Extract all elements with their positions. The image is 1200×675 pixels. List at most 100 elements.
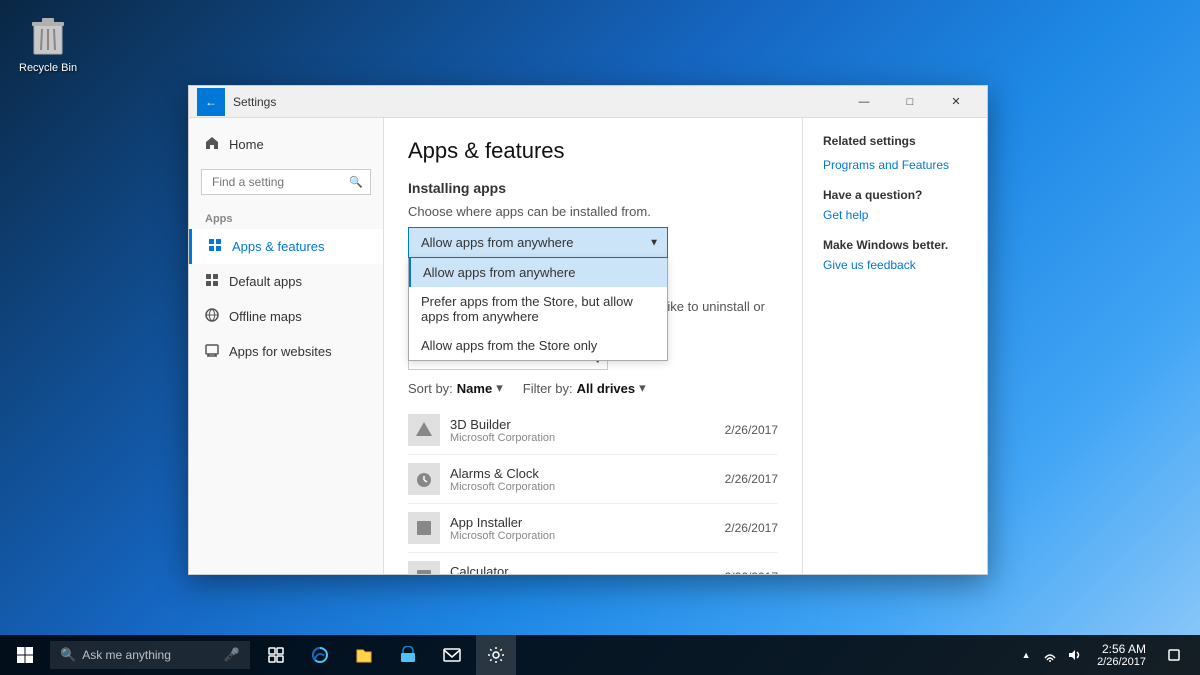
- related-settings-title: Related settings: [823, 134, 967, 148]
- sidebar-item-home[interactable]: Home: [189, 128, 383, 161]
- mail-button[interactable]: [432, 635, 472, 675]
- close-button[interactable]: ✕: [933, 86, 979, 118]
- apps-websites-label: Apps for websites: [229, 344, 332, 359]
- taskbar-search-icon: 🔍: [60, 647, 76, 663]
- install-location-dropdown[interactable]: Allow apps from anywhere ▼ Allow apps fr…: [408, 227, 668, 258]
- main-panel: Apps & features Installing apps Choose w…: [384, 118, 802, 574]
- app-item-3d-builder[interactable]: 3D Builder Microsoft Corporation 2/26/20…: [408, 406, 778, 455]
- clock-time: 2:56 AM: [1097, 642, 1146, 656]
- feedback-title: Make Windows better.: [823, 238, 967, 252]
- apps-section-label: Apps: [189, 203, 383, 229]
- minimize-button[interactable]: —: [841, 86, 887, 118]
- app-name-alarms-clock: Alarms & Clock: [450, 466, 698, 481]
- programs-features-link[interactable]: Programs and Features: [823, 158, 967, 172]
- default-apps-icon: [205, 273, 219, 290]
- back-button[interactable]: ←: [197, 88, 225, 116]
- offline-maps-icon: [205, 308, 219, 325]
- taskbar-right: ▲ 2:56 AM 2/26/2017: [1015, 635, 1200, 675]
- recycle-bin-label: Recycle Bin: [19, 62, 77, 74]
- taskbar-icons: [256, 635, 516, 675]
- window-title: Settings: [233, 95, 841, 109]
- app-date-calculator: 2/26/2017: [708, 570, 778, 574]
- sidebar-item-apps-features[interactable]: Apps & features: [189, 229, 383, 264]
- settings-window: ← Settings — □ ✕ Home: [188, 85, 988, 575]
- recycle-bin-icon[interactable]: Recycle Bin: [15, 10, 81, 78]
- offline-maps-label: Offline maps: [229, 309, 302, 324]
- app-item-calculator[interactable]: ± Calculator Microsoft Corporation 2/26/…: [408, 553, 778, 574]
- default-apps-label: Default apps: [229, 274, 302, 289]
- sidebar-item-offline-maps[interactable]: Offline maps: [189, 299, 383, 334]
- app-item-app-installer[interactable]: App Installer Microsoft Corporation 2/26…: [408, 504, 778, 553]
- right-panel: Related settings Programs and Features H…: [802, 118, 987, 574]
- app-list: 3D Builder Microsoft Corporation 2/26/20…: [408, 406, 778, 574]
- desktop: Recycle Bin ← Settings — □ ✕: [0, 0, 1200, 675]
- dropdown-option-2[interactable]: Allow apps from the Store only: [409, 331, 667, 360]
- app-name-app-installer: App Installer: [450, 515, 698, 530]
- app-date-app-installer: 2/26/2017: [708, 521, 778, 535]
- edge-browser-button[interactable]: [300, 635, 340, 675]
- sidebar-item-default-apps[interactable]: Default apps: [189, 264, 383, 299]
- dropdown-option-1[interactable]: Prefer apps from the Store, but allow ap…: [409, 287, 667, 331]
- question-title: Have a question?: [823, 188, 967, 202]
- clock-date: 2/26/2017: [1097, 656, 1146, 668]
- app-icon-3d-builder: [408, 414, 440, 446]
- title-bar: ← Settings — □ ✕: [189, 86, 987, 118]
- app-item-alarms-clock[interactable]: Alarms & Clock Microsoft Corporation 2/2…: [408, 455, 778, 504]
- file-explorer-button[interactable]: [344, 635, 384, 675]
- app-publisher-3d-builder: Microsoft Corporation: [450, 432, 698, 444]
- apps-websites-icon: [205, 343, 219, 360]
- app-name-3d-builder: 3D Builder: [450, 417, 698, 432]
- app-publisher-app-installer: Microsoft Corporation: [450, 530, 698, 542]
- app-publisher-alarms-clock: Microsoft Corporation: [450, 481, 698, 493]
- sidebar-item-apps-websites[interactable]: Apps for websites: [189, 334, 383, 369]
- dropdown-chevron-icon: ▼: [649, 237, 659, 248]
- sidebar-search: 🔍: [201, 169, 371, 195]
- notification-button[interactable]: [1158, 635, 1190, 675]
- expand-tray-button[interactable]: ▲: [1015, 635, 1037, 675]
- page-title: Apps & features: [408, 138, 778, 164]
- maximize-button[interactable]: □: [887, 86, 933, 118]
- start-button[interactable]: [0, 635, 50, 675]
- settings-button[interactable]: [476, 635, 516, 675]
- search-icon: 🔍: [349, 176, 363, 189]
- sort-filter-bar: Sort by: Name ▾ Filter by: All drives ▾: [408, 380, 778, 396]
- taskbar-clock[interactable]: 2:56 AM 2/26/2017: [1089, 642, 1154, 668]
- app-date-3d-builder: 2/26/2017: [708, 423, 778, 437]
- home-label: Home: [229, 137, 264, 152]
- search-input[interactable]: [201, 169, 371, 195]
- store-button[interactable]: [388, 635, 428, 675]
- system-tray: ▲: [1015, 635, 1085, 675]
- microphone-icon: 🎤: [224, 647, 240, 663]
- recycle-bin-graphic: [28, 14, 68, 58]
- sidebar: Home 🔍 Apps: [189, 118, 384, 574]
- choose-desc: Choose where apps can be installed from.: [408, 204, 778, 219]
- task-view-button[interactable]: [256, 635, 296, 675]
- home-icon: [205, 136, 219, 153]
- apps-features-icon: [208, 238, 222, 255]
- taskbar: 🔍 Ask me anything 🎤: [0, 635, 1200, 675]
- filter-by[interactable]: Filter by: All drives ▾: [523, 380, 646, 396]
- sort-value: Name: [457, 381, 492, 396]
- app-name-calculator: Calculator: [450, 564, 698, 574]
- taskbar-search[interactable]: 🔍 Ask me anything 🎤: [50, 641, 250, 669]
- get-help-link[interactable]: Get help: [823, 208, 967, 222]
- window-body: Home 🔍 Apps: [189, 118, 987, 574]
- dropdown-selected[interactable]: Allow apps from anywhere ▼: [408, 227, 668, 258]
- app-icon-calculator: ±: [408, 561, 440, 574]
- app-icon-alarms-clock: [408, 463, 440, 495]
- volume-icon[interactable]: [1063, 635, 1085, 675]
- apps-features-label: Apps & features: [232, 239, 325, 254]
- sort-by[interactable]: Sort by: Name ▾: [408, 380, 503, 396]
- dropdown-option-0[interactable]: Allow apps from anywhere: [409, 258, 667, 287]
- network-icon[interactable]: [1039, 635, 1061, 675]
- app-date-alarms-clock: 2/26/2017: [708, 472, 778, 486]
- filter-label: Filter by:: [523, 381, 573, 396]
- filter-value: All drives: [577, 381, 636, 396]
- dropdown-list: Allow apps from anywhere Prefer apps fro…: [408, 258, 668, 361]
- sort-chevron-icon: ▾: [496, 380, 503, 396]
- filter-chevron-icon: ▾: [639, 380, 646, 396]
- sort-label: Sort by:: [408, 381, 453, 396]
- feedback-link[interactable]: Give us feedback: [823, 258, 967, 272]
- window-controls: — □ ✕: [841, 86, 979, 118]
- installing-title: Installing apps: [408, 180, 778, 196]
